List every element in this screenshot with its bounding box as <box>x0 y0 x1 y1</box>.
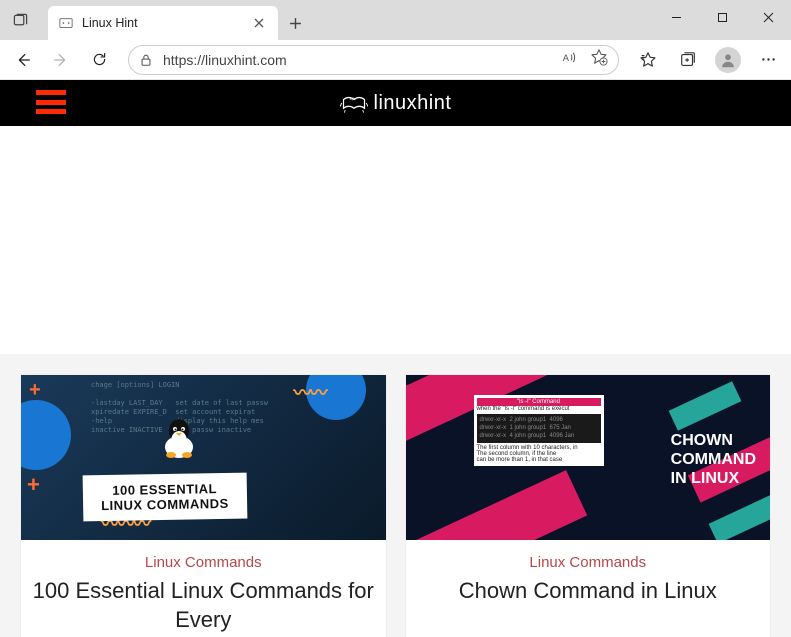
tux-icon <box>161 417 197 459</box>
toolbar-right <box>631 43 785 77</box>
content-area: + + 〰〰 〰〰〰 chage [options] LOGIN -lastda… <box>0 354 791 637</box>
more-button[interactable] <box>751 43 785 77</box>
article-card[interactable]: + + 〰〰 〰〰〰 chage [options] LOGIN -lastda… <box>20 374 387 637</box>
logo-book-icon: </> <box>340 91 368 115</box>
read-aloud-icon[interactable]: A <box>561 49 578 71</box>
page-viewport[interactable]: </> linuxhint + + 〰〰 〰〰〰 chage [opti <box>0 80 791 637</box>
browser-tab[interactable]: Linux Hint <box>48 6 278 40</box>
svg-text:A: A <box>563 52 570 62</box>
site-header: </> linuxhint <box>0 80 791 126</box>
window-controls <box>653 0 791 34</box>
thumb-title-block: CHOWN COMMAND IN LINUX <box>671 431 756 489</box>
profile-button[interactable] <box>711 43 745 77</box>
tab-title: Linux Hint <box>82 16 250 30</box>
card-title[interactable]: Chown Command in Linux <box>416 577 761 606</box>
window-minimize-button[interactable] <box>653 0 699 34</box>
tab-close-button[interactable] <box>250 14 268 32</box>
ad-space <box>0 126 791 354</box>
avatar-icon <box>715 47 741 73</box>
collections-button[interactable] <box>671 43 705 77</box>
forward-button[interactable] <box>44 43 78 77</box>
browser-titlebar: Linux Hint <box>0 0 791 40</box>
menu-hamburger-button[interactable] <box>36 90 66 114</box>
thumb-banner: 100 ESSENTIAL LINUX COMMANDS <box>83 473 247 522</box>
new-tab-button[interactable] <box>278 6 312 40</box>
window-close-button[interactable] <box>745 0 791 34</box>
favorite-icon[interactable] <box>590 48 608 71</box>
window-maximize-button[interactable] <box>699 0 745 34</box>
card-body: Linux Commands Chown Command in Linux <box>406 540 771 620</box>
article-card[interactable]: "ls -l" Command when the "ls -l" command… <box>405 374 772 637</box>
svg-text:</>: </> <box>349 96 356 101</box>
card-category-link[interactable]: Linux Commands <box>416 554 761 571</box>
site-lock-icon[interactable] <box>139 53 153 67</box>
cards-row: + + 〰〰 〰〰〰 chage [options] LOGIN -lastda… <box>20 374 771 637</box>
browser-toolbar: https://linuxhint.com A <box>0 40 791 80</box>
card-body: Linux Commands 100 Essential Linux Comma… <box>21 540 386 637</box>
logo-text: linuxhint <box>374 92 452 115</box>
back-button[interactable] <box>6 43 40 77</box>
tab-actions-button[interactable] <box>0 0 40 40</box>
tab-favicon <box>58 15 74 31</box>
refresh-button[interactable] <box>82 43 116 77</box>
address-url: https://linuxhint.com <box>163 52 561 68</box>
site-logo[interactable]: </> linuxhint <box>340 91 452 115</box>
favorites-button[interactable] <box>631 43 665 77</box>
thumb-terminal-box: "ls -l" Command when the "ls -l" command… <box>474 395 604 466</box>
card-thumbnail: + + 〰〰 〰〰〰 chage [options] LOGIN -lastda… <box>21 375 386 540</box>
address-bar[interactable]: https://linuxhint.com A <box>128 45 619 75</box>
address-actions: A <box>561 48 608 71</box>
card-title[interactable]: 100 Essential Linux Commands for Every <box>31 577 376 634</box>
card-thumbnail: "ls -l" Command when the "ls -l" command… <box>406 375 771 540</box>
card-category-link[interactable]: Linux Commands <box>31 554 376 571</box>
